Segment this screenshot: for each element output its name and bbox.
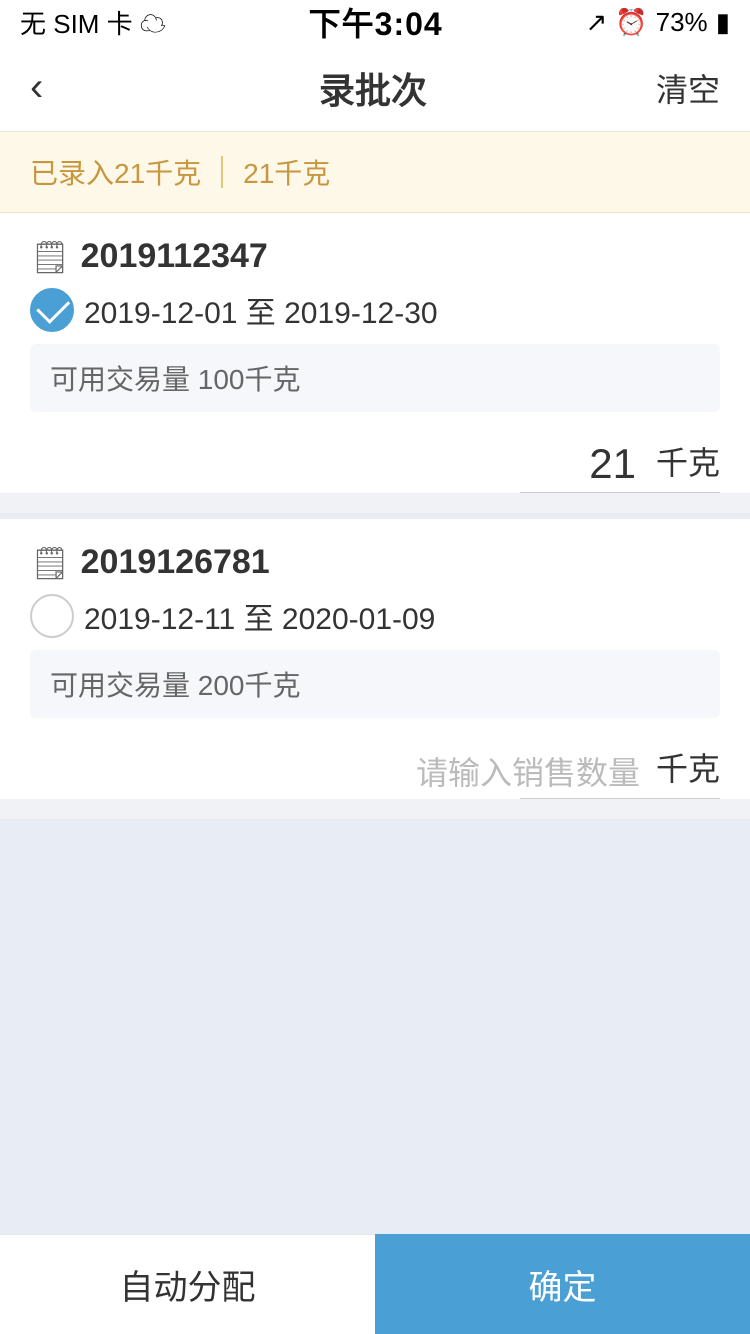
batch-number-1: 2019112347 (81, 237, 268, 276)
quantity-placeholder-2[interactable]: 请输入销售数量 (416, 748, 640, 794)
available-row-1: 可用交易量 100千克 (30, 344, 720, 412)
batch-header-2: 🗒 2019126781 (0, 519, 750, 590)
batch-doc-icon-2: 🗒 (30, 544, 71, 582)
batch-date-2: 2019-12-11 至 2020-01-09 (84, 594, 435, 638)
radio-button-1[interactable] (30, 288, 74, 332)
batch-date-row-1[interactable]: 2019-12-01 至 2019-12-30 (0, 284, 750, 344)
batch-card-1: 🗒 2019112347 2019-12-01 至 2019-12-30 可用交… (0, 213, 750, 493)
info-banner: 已录入21千克 21千克 (0, 132, 750, 213)
batch-date-1: 2019-12-01 至 2019-12-30 (84, 288, 438, 332)
sim-label: 无 SIM 卡 ☁ (20, 4, 166, 41)
confirm-button[interactable]: 确定 (375, 1234, 750, 1334)
status-time: 下午3:04 (309, 0, 443, 45)
batch-date-row-2[interactable]: 2019-12-11 至 2020-01-09 (0, 590, 750, 650)
bottom-bar: 自动分配 确定 (0, 1234, 750, 1334)
empty-area (0, 825, 750, 1255)
info-divider (221, 156, 223, 188)
status-right: ↗ ⏰ 73% ▮ (585, 7, 730, 38)
quantity-display-row-1: 21 千克 (0, 428, 750, 492)
available-row-2: 可用交易量 200千克 (30, 650, 720, 718)
info-label: 已录入21千克 (30, 152, 201, 192)
info-value: 21千克 (243, 152, 330, 192)
batch-header-1: 🗒 2019112347 (0, 213, 750, 284)
radio-button-2[interactable] (30, 594, 74, 638)
batch-number-2: 2019126781 (81, 543, 270, 582)
available-text-2: 可用交易量 200千克 (50, 670, 301, 701)
alarm-icon: ⏰ (615, 7, 647, 38)
status-bar: 无 SIM 卡 ☁ 下午3:04 ↗ ⏰ 73% ▮ (0, 0, 750, 44)
location-icon: ↗ (585, 7, 607, 38)
back-button[interactable]: ‹ (30, 65, 90, 110)
quantity-input-row-2[interactable]: 请输入销售数量 千克 (0, 734, 750, 798)
battery-icon: ▮ (716, 7, 730, 38)
quantity-unit-1: 千克 (656, 438, 720, 488)
clear-button[interactable]: 清空 (656, 65, 720, 111)
batch-card-2: 🗒 2019126781 2019-12-11 至 2020-01-09 可用交… (0, 519, 750, 799)
batch-doc-icon-1: 🗒 (30, 238, 71, 276)
auto-distribute-button[interactable]: 自动分配 (0, 1234, 375, 1334)
quantity-unit-2: 千克 (656, 744, 720, 794)
battery-level: 73% (656, 7, 708, 38)
quantity-value-1: 21 (589, 440, 636, 488)
nav-bar: ‹ 录批次 清空 (0, 44, 750, 132)
available-text-1: 可用交易量 100千克 (50, 364, 301, 395)
page-title: 录批次 (319, 62, 427, 114)
status-left: 无 SIM 卡 ☁ (20, 4, 166, 41)
